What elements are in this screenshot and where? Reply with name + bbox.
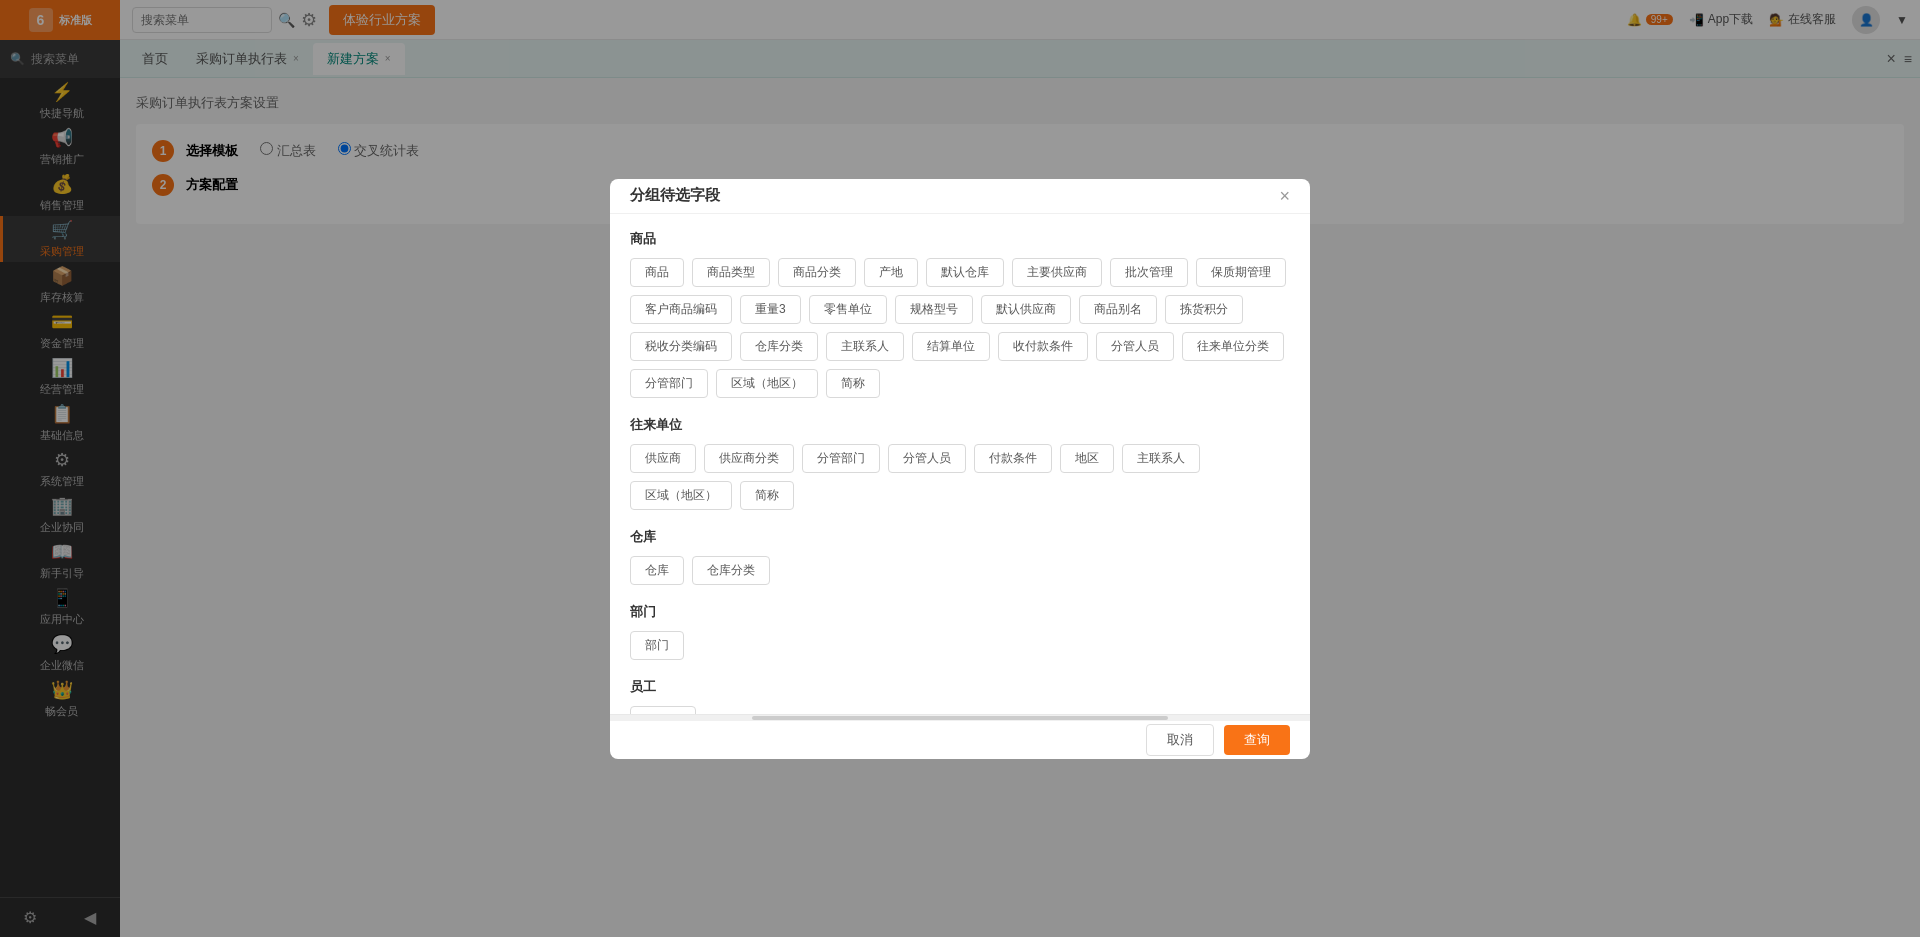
- field-tag-简称[interactable]: 简称: [826, 369, 880, 398]
- section-warehouse-title: 仓库: [630, 528, 1290, 546]
- field-tag-零售单位[interactable]: 零售单位: [809, 295, 887, 324]
- section-partner: 往来单位 供应商供应商分类分管部门分管人员付款条件地区主联系人区域（地区） 简称: [630, 416, 1290, 510]
- employee-fields: 业务员: [630, 706, 1290, 715]
- modal-body: 商品 商品商品类型商品分类产地默认仓库主要供应商批次管理保质期管理客户商品编码重…: [610, 214, 1310, 715]
- field-tag-往来单位分类[interactable]: 往来单位分类: [1182, 332, 1284, 361]
- modal-footer: 取消 查询: [610, 720, 1310, 758]
- section-warehouse: 仓库 仓库仓库分类: [630, 528, 1290, 585]
- modal-title: 分组待选字段: [630, 186, 720, 205]
- field-tag-分管人员[interactable]: 分管人员: [1096, 332, 1174, 361]
- field-tag-重量3[interactable]: 重量3: [740, 295, 801, 324]
- field-tag-仓库分类[interactable]: 仓库分类: [692, 556, 770, 585]
- field-tag-分管部门[interactable]: 分管部门: [630, 369, 708, 398]
- field-tag-商品[interactable]: 商品: [630, 258, 684, 287]
- section-goods: 商品 商品商品类型商品分类产地默认仓库主要供应商批次管理保质期管理客户商品编码重…: [630, 230, 1290, 398]
- field-tag-仓库[interactable]: 仓库: [630, 556, 684, 585]
- warehouse-fields: 仓库仓库分类: [630, 556, 1290, 585]
- confirm-btn[interactable]: 查询: [1224, 725, 1290, 755]
- field-tag-分管部门[interactable]: 分管部门: [802, 444, 880, 473]
- modal-close-btn[interactable]: ×: [1279, 187, 1290, 205]
- field-tag-默认仓库[interactable]: 默认仓库: [926, 258, 1004, 287]
- field-select-modal: 分组待选字段 × 商品 商品商品类型商品分类产地默认仓库主要供应商批次管理保质期…: [610, 179, 1310, 759]
- field-tag-区域（地区）[interactable]: 区域（地区）: [630, 481, 732, 510]
- goods-fields: 商品商品类型商品分类产地默认仓库主要供应商批次管理保质期管理客户商品编码重量3 零…: [630, 258, 1290, 398]
- field-tag-仓库分类[interactable]: 仓库分类: [740, 332, 818, 361]
- field-tag-保质期管理[interactable]: 保质期管理: [1196, 258, 1286, 287]
- modal-header: 分组待选字段 ×: [610, 179, 1310, 214]
- section-employee-title: 员工: [630, 678, 1290, 696]
- field-tag-规格型号[interactable]: 规格型号: [895, 295, 973, 324]
- section-department: 部门 部门: [630, 603, 1290, 660]
- field-tag-地区[interactable]: 地区: [1060, 444, 1114, 473]
- modal-overlay[interactable]: 分组待选字段 × 商品 商品商品类型商品分类产地默认仓库主要供应商批次管理保质期…: [0, 0, 1920, 937]
- field-tag-拣货积分[interactable]: 拣货积分: [1165, 295, 1243, 324]
- field-tag-主联系人[interactable]: 主联系人: [1122, 444, 1200, 473]
- hscrollbar-thumb: [752, 716, 1167, 720]
- field-tag-分管人员[interactable]: 分管人员: [888, 444, 966, 473]
- section-department-title: 部门: [630, 603, 1290, 621]
- field-tag-客户商品编码[interactable]: 客户商品编码: [630, 295, 732, 324]
- field-tag-区域（地区）[interactable]: 区域（地区）: [716, 369, 818, 398]
- field-tag-税收分类编码[interactable]: 税收分类编码: [630, 332, 732, 361]
- section-partner-title: 往来单位: [630, 416, 1290, 434]
- partner-fields: 供应商供应商分类分管部门分管人员付款条件地区主联系人区域（地区） 简称: [630, 444, 1290, 510]
- field-tag-批次管理[interactable]: 批次管理: [1110, 258, 1188, 287]
- field-tag-收付款条件[interactable]: 收付款条件: [998, 332, 1088, 361]
- field-tag-结算单位[interactable]: 结算单位: [912, 332, 990, 361]
- field-tag-商品分类[interactable]: 商品分类: [778, 258, 856, 287]
- field-tag-产地[interactable]: 产地: [864, 258, 918, 287]
- department-fields: 部门: [630, 631, 1290, 660]
- field-tag-主要供应商[interactable]: 主要供应商: [1012, 258, 1102, 287]
- section-goods-title: 商品: [630, 230, 1290, 248]
- field-tag-供应商[interactable]: 供应商: [630, 444, 696, 473]
- field-tag-部门[interactable]: 部门: [630, 631, 684, 660]
- field-tag-商品类型[interactable]: 商品类型: [692, 258, 770, 287]
- field-tag-简称[interactable]: 简称: [740, 481, 794, 510]
- field-tag-商品别名[interactable]: 商品别名: [1079, 295, 1157, 324]
- field-tag-付款条件[interactable]: 付款条件: [974, 444, 1052, 473]
- section-employee: 员工 业务员: [630, 678, 1290, 715]
- field-tag-默认供应商[interactable]: 默认供应商: [981, 295, 1071, 324]
- field-tag-业务员[interactable]: 业务员: [630, 706, 696, 715]
- field-tag-主联系人[interactable]: 主联系人: [826, 332, 904, 361]
- cancel-btn[interactable]: 取消: [1146, 724, 1214, 756]
- field-tag-供应商分类[interactable]: 供应商分类: [704, 444, 794, 473]
